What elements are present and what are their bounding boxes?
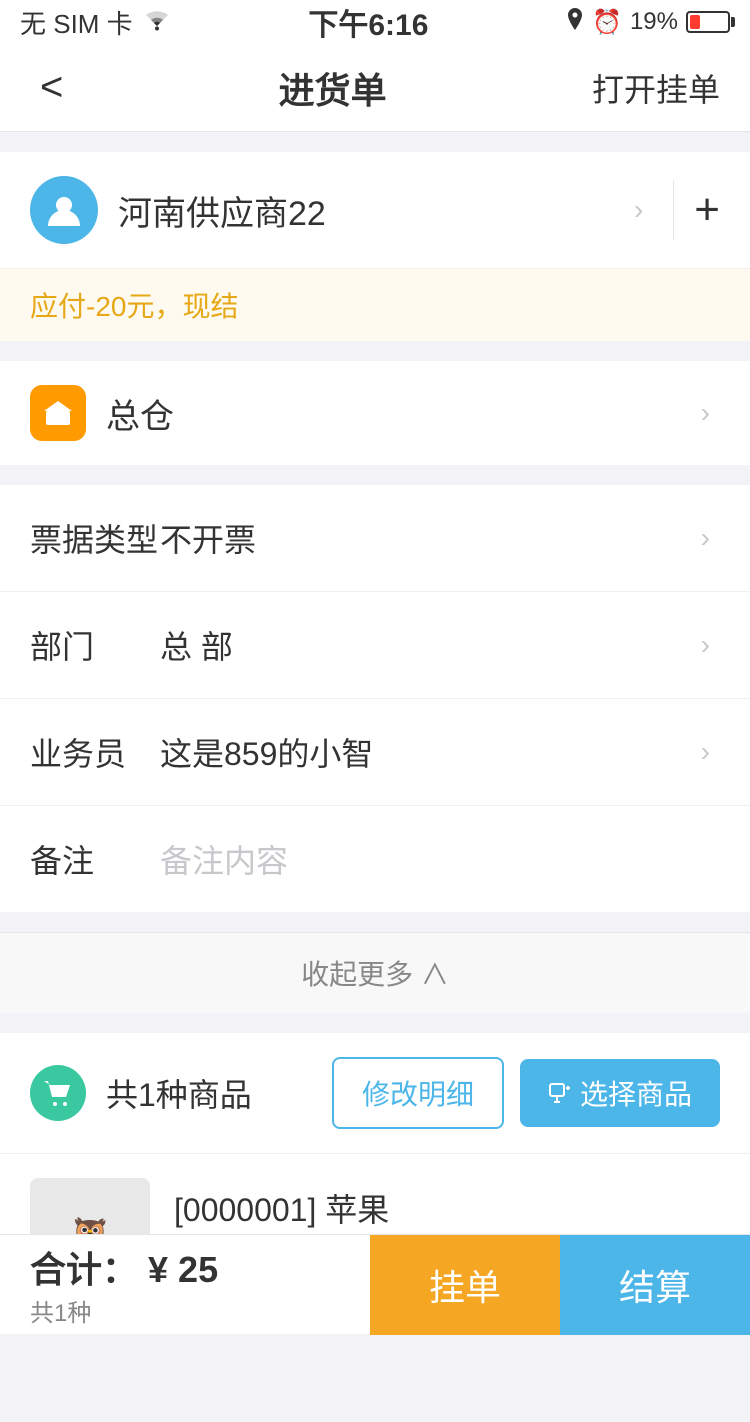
select-product-button[interactable]: 选择商品: [520, 1059, 720, 1127]
products-count: 共1种商品: [106, 1070, 332, 1116]
collapse-bar[interactable]: 收起更多 ∧: [0, 932, 750, 1013]
cart-icon-wrap: [30, 1065, 86, 1121]
hang-order-button[interactable]: 挂单: [370, 1235, 560, 1335]
warehouse-icon-wrap: [30, 385, 86, 441]
open-hang-button[interactable]: 打开挂单: [592, 65, 720, 111]
remark-label: 备注: [30, 836, 160, 882]
warehouse-row[interactable]: 总仓 ›: [0, 361, 750, 465]
carrier-text: 无 SIM 卡: [20, 4, 133, 41]
salesperson-row[interactable]: 业务员 这是859的小智 ›: [0, 699, 750, 806]
salesperson-chevron: ›: [701, 736, 710, 768]
checkout-button[interactable]: 结算: [560, 1235, 750, 1335]
back-button[interactable]: <: [30, 55, 73, 120]
invoice-type-value: 不开票: [160, 515, 701, 561]
location-icon: [566, 8, 584, 37]
department-label: 部门: [30, 622, 160, 668]
add-supplier-button[interactable]: +: [694, 185, 720, 235]
products-header: 共1种商品 修改明细 选择商品: [0, 1033, 750, 1154]
department-chevron: ›: [701, 629, 710, 661]
warehouse-label: 总仓: [106, 389, 701, 438]
summary-total: 合计： ¥ 25: [30, 1241, 370, 1293]
alarm-icon: ⏰: [592, 8, 622, 37]
warehouse-section: 总仓 ›: [0, 361, 750, 465]
salesperson-value: 这是859的小智: [160, 729, 701, 775]
department-value: 总 部: [160, 622, 701, 668]
bottom-summary: 合计： ¥ 25 共1种 挂单 结算: [0, 1234, 750, 1334]
battery-percent: 19%: [630, 8, 678, 36]
status-left: 无 SIM 卡: [20, 4, 171, 41]
wifi-icon: [143, 7, 171, 38]
summary-info: 合计： ¥ 25 共1种: [0, 1241, 370, 1328]
status-bar: 无 SIM 卡 下午6:16 ⏰ 19%: [0, 0, 750, 44]
summary-count: 共1种: [30, 1293, 370, 1328]
invoice-type-row[interactable]: 票据类型 不开票 ›: [0, 485, 750, 592]
form-section: 票据类型 不开票 › 部门 总 部 › 业务员 这是859的小智 › 备注 备注…: [0, 485, 750, 912]
supplier-notice: 应付-20元，现结: [0, 269, 750, 341]
select-product-label: 选择商品: [580, 1073, 692, 1113]
nav-bar: < 进货单 打开挂单: [0, 44, 750, 132]
remark-placeholder[interactable]: 备注内容: [160, 836, 720, 882]
invoice-type-chevron: ›: [701, 522, 710, 554]
status-right: ⏰ 19%: [566, 8, 730, 37]
warehouse-chevron-icon: ›: [701, 397, 710, 429]
salesperson-label: 业务员: [30, 729, 160, 775]
total-label: 合计：: [30, 1249, 138, 1290]
supplier-row[interactable]: 河南供应商22 › +: [0, 152, 750, 269]
department-row[interactable]: 部门 总 部 ›: [0, 592, 750, 699]
edit-detail-button[interactable]: 修改明细: [332, 1057, 504, 1129]
supplier-chevron-icon: ›: [634, 194, 643, 226]
remark-row[interactable]: 备注 备注内容: [0, 806, 750, 912]
supplier-name: 河南供应商22: [118, 186, 634, 235]
status-time: 下午6:16: [308, 0, 428, 44]
invoice-type-label: 票据类型: [30, 515, 160, 561]
supplier-avatar: [30, 176, 98, 244]
vertical-divider: [673, 180, 674, 240]
product-name: [0000001] 苹果: [174, 1185, 668, 1231]
battery-icon: [686, 11, 730, 33]
supplier-section: 河南供应商22 › + 应付-20元，现结: [0, 152, 750, 341]
total-amount: ¥ 25: [148, 1249, 218, 1290]
page-title: 进货单: [279, 62, 387, 114]
